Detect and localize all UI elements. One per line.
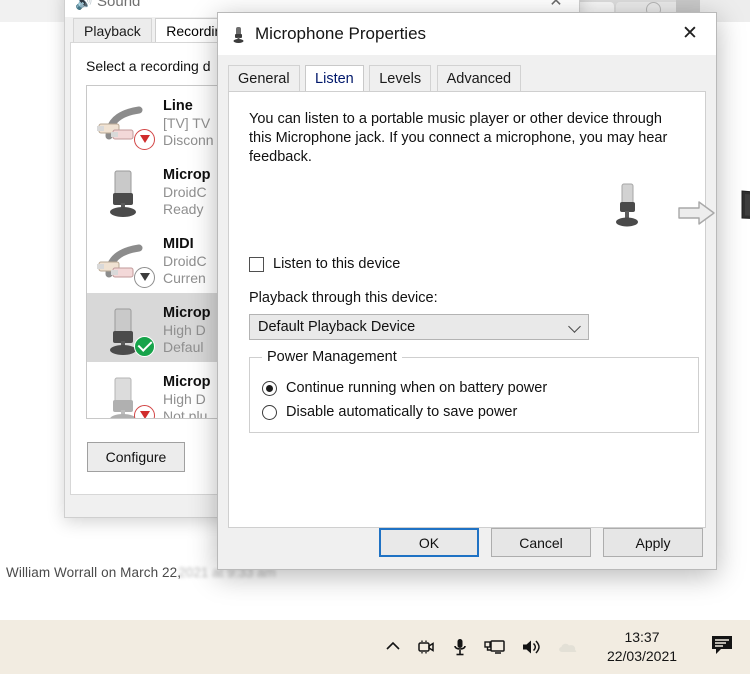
tab-listen[interactable]: Listen (305, 65, 364, 92)
taskbar: 13:37 22/03/2021 (0, 620, 750, 674)
device-detail: High D (163, 322, 206, 338)
line-in-jack-icon (95, 234, 157, 290)
microphone-icon (95, 372, 157, 418)
tab-playback[interactable]: Playback (73, 18, 152, 43)
radio-disable-automatically-label: Disable automatically to save power (286, 404, 518, 420)
clock-time: 13:37 (624, 629, 660, 645)
microphone-icon (609, 182, 645, 239)
listen-to-device-label: Listen to this device (273, 256, 401, 272)
list-item-text: Line [TV] TV Disconn (163, 98, 214, 149)
device-name: MIDI (163, 236, 194, 252)
device-status: Ready (163, 201, 204, 217)
dialog-tabs: General Listen Levels Advanced (228, 65, 522, 92)
radio-continue-running-input[interactable] (262, 380, 277, 396)
clock[interactable]: 13:37 22/03/2021 (600, 628, 684, 666)
power-management-title: Power Management (262, 349, 402, 365)
device-name: Microp (163, 167, 211, 183)
power-management-group: Power Management Continue running when o… (249, 349, 699, 433)
desktop-root: ✕ William Worrall on March 22,2021 at 9:… (0, 0, 750, 674)
volume-icon[interactable] (520, 637, 542, 657)
device-name: Line (163, 98, 193, 114)
microphone-icon (230, 26, 248, 44)
listen-tab-panel: You can listen to a portable music playe… (228, 91, 750, 528)
radio-disable-automatically-input[interactable] (262, 404, 277, 420)
tab-general[interactable]: General (228, 65, 300, 92)
camera-icon[interactable] (416, 637, 436, 657)
radio-continue-running-label: Continue running when on battery power (286, 380, 548, 396)
speaker-icon: 🔊 (75, 0, 93, 10)
microphone-icon (95, 303, 157, 359)
system-tray: 13:37 22/03/2021 (384, 628, 750, 666)
article-caption: William Worrall on March 22, (6, 565, 182, 580)
playback-device-select[interactable]: Default Playback Device (249, 314, 589, 340)
recording-prompt: Select a recording d (86, 58, 211, 74)
sound-window-tabs: Playback Recording (73, 18, 242, 43)
configure-button[interactable]: Configure (87, 442, 185, 472)
close-icon[interactable]: ✕ (664, 13, 716, 55)
action-center-icon[interactable] (710, 633, 736, 662)
ok-button[interactable]: OK (379, 528, 479, 557)
display-icon[interactable] (484, 637, 506, 657)
chevron-down-icon[interactable] (568, 320, 581, 333)
device-name: Microp (163, 374, 211, 390)
microphone-icon (95, 165, 157, 221)
device-status: Defaul (163, 339, 204, 355)
chevron-up-icon[interactable] (384, 638, 402, 656)
device-status: Curren (163, 270, 206, 286)
list-item-text: MIDI DroidC Curren (163, 236, 207, 287)
device-status: Disconn (163, 132, 214, 148)
line-in-jack-icon (95, 96, 157, 152)
green-check-icon (134, 335, 155, 357)
arrow-right-icon (677, 200, 717, 231)
device-detail: High D (163, 391, 206, 407)
tab-advanced[interactable]: Advanced (436, 65, 522, 92)
dialog-title: Microphone Properties (255, 24, 427, 43)
device-name: Microp (163, 305, 211, 321)
listen-to-device-checkbox[interactable] (249, 256, 264, 272)
radio-continue-running[interactable]: Continue running when on battery power (262, 380, 547, 396)
playback-device-value: Default Playback Device (258, 319, 416, 335)
tab-levels[interactable]: Levels (369, 65, 432, 92)
list-item-text: Microp DroidC Ready (163, 167, 211, 218)
playback-through-device-label: Playback through this device: (249, 290, 438, 306)
cancel-button[interactable]: Cancel (491, 528, 591, 557)
dialog-buttons: OK Cancel Apply (379, 528, 703, 557)
sound-window-title: Sound (97, 0, 141, 10)
down-arrow-gray-icon (134, 266, 155, 288)
down-arrow-red-icon (134, 128, 155, 150)
list-item-text: Microp High D Defaul (163, 305, 211, 356)
device-detail: DroidC (163, 184, 207, 200)
microphone-properties-dialog[interactable]: Microphone Properties ✕ General Listen L… (217, 12, 750, 570)
radio-disable-automatically[interactable]: Disable automatically to save power (262, 404, 517, 420)
listen-to-device-checkbox-row[interactable]: Listen to this device (249, 256, 400, 272)
clock-date: 22/03/2021 (606, 648, 678, 664)
device-detail: [TV] TV (163, 115, 211, 131)
listen-description: You can listen to a portable music playe… (249, 111, 668, 165)
device-detail: DroidC (163, 253, 207, 269)
listen-illustration (249, 182, 750, 240)
list-item-text: Microp High D Not plu (163, 374, 211, 419)
microphone-icon[interactable] (450, 637, 470, 657)
television-icon (739, 188, 750, 235)
dialog-titlebar: Microphone Properties ✕ (218, 13, 716, 55)
apply-button[interactable]: Apply (603, 528, 703, 557)
onedrive-cloud-icon[interactable] (556, 638, 580, 656)
device-status: Not plu (163, 408, 208, 419)
